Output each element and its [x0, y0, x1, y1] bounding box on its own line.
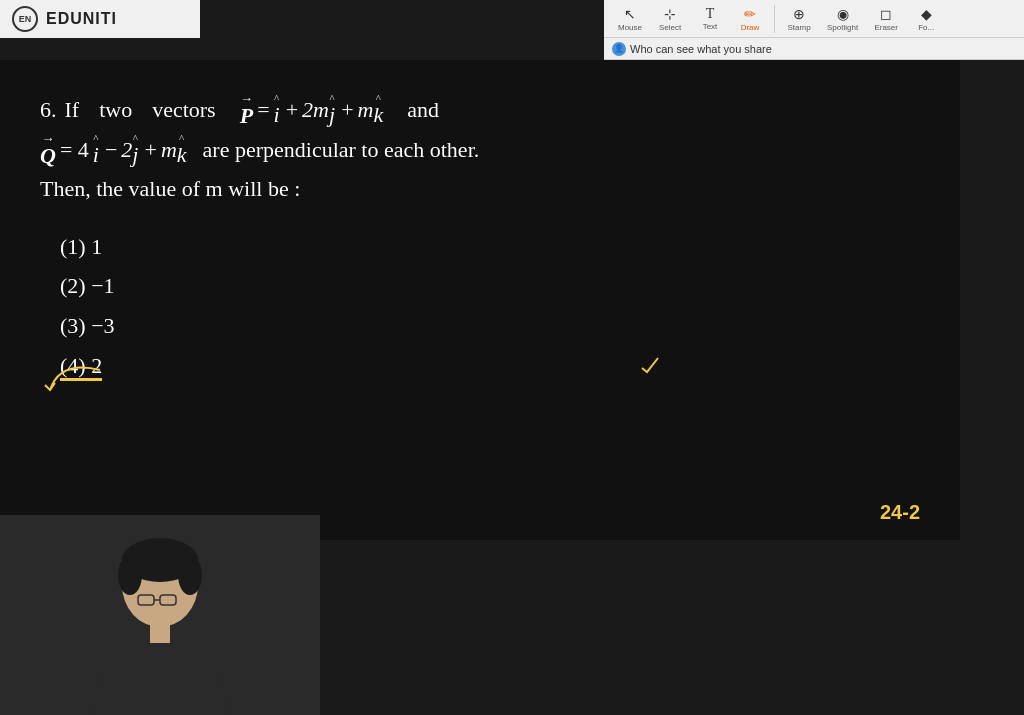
option-2-num: (2) −1	[60, 273, 115, 298]
mouse-icon: ↖	[624, 6, 636, 23]
option-3-num: (3) −3	[60, 313, 115, 338]
toolbar-spotlight[interactable]: ◉ Spotlight	[821, 4, 864, 34]
page-number: 24-2	[880, 501, 920, 524]
text-and: and	[407, 90, 439, 130]
svg-point-3	[178, 555, 202, 595]
toolbar-divider	[774, 5, 775, 33]
question-block: 6. If two vectors → P = ^ i + 2m ^ j + m	[40, 90, 920, 385]
option-1-num: (1) 1	[60, 234, 102, 259]
text-two: two	[99, 90, 132, 130]
eraser-icon: ◻	[880, 6, 892, 23]
logo-area: EN EDUNITI	[0, 0, 200, 38]
side-panel	[960, 60, 1024, 560]
text-icon: T	[706, 6, 715, 22]
toolbar-draw[interactable]: ✏ Draw	[732, 4, 768, 34]
share-text: Who can see what you share	[630, 43, 772, 55]
text-then: Then, the value of m will be :	[40, 169, 300, 209]
option-2: (2) −1	[60, 266, 920, 306]
toolbar-text[interactable]: T Text	[692, 4, 728, 33]
stamp-icon: ⊕	[793, 6, 805, 23]
annotation-tick	[640, 354, 660, 374]
text-perpendicular: are perpendicular to each other.	[203, 130, 480, 170]
logo-text: EDUNITI	[46, 10, 117, 28]
logo-en-text: EN	[19, 14, 32, 24]
annotation-curve	[40, 355, 140, 395]
question-line1: 6. If two vectors → P = ^ i + 2m ^ j + m	[40, 90, 920, 130]
toolbar-row2: 👤 Who can see what you share	[604, 38, 1024, 60]
svg-rect-7	[150, 623, 170, 643]
person-silhouette	[50, 535, 270, 715]
text-vectors: vectors	[152, 90, 216, 130]
toolbar-mouse[interactable]: ↖ Mouse	[612, 4, 648, 34]
svg-point-2	[118, 555, 142, 595]
option-1: (1) 1	[60, 227, 920, 267]
options-block: (1) 1 (2) −1 (3) −3 (4) 2	[40, 227, 920, 385]
logo-circle: EN	[12, 6, 38, 32]
option-4: (4) 2	[60, 346, 920, 386]
toolbar-select[interactable]: ⊹ Select	[652, 4, 688, 34]
select-icon: ⊹	[664, 6, 676, 23]
toolbar-eraser[interactable]: ◻ Eraser	[868, 4, 904, 34]
toolbar: ↖ Mouse ⊹ Select T Text ✏ Draw ⊕ Stamp ◉…	[604, 0, 1024, 38]
question-number: 6.	[40, 90, 57, 130]
question-line2: → Q = 4 ^ i − 2 ^ j + m ^ k are perpen	[40, 130, 920, 170]
text-if: If	[65, 90, 80, 130]
toolbar-stamp[interactable]: ⊕ Stamp	[781, 4, 817, 34]
content-area: 6. If two vectors → P = ^ i + 2m ^ j + m	[0, 60, 960, 540]
spotlight-icon: ◉	[837, 6, 849, 23]
person-area	[0, 515, 320, 715]
format-icon: ◆	[921, 6, 932, 23]
draw-icon: ✏	[744, 6, 756, 23]
toolbar-format[interactable]: ◆ Fo...	[908, 4, 944, 34]
share-icon: 👤	[612, 42, 626, 56]
option-3: (3) −3	[60, 306, 920, 346]
question-line3: Then, the value of m will be :	[40, 169, 920, 209]
